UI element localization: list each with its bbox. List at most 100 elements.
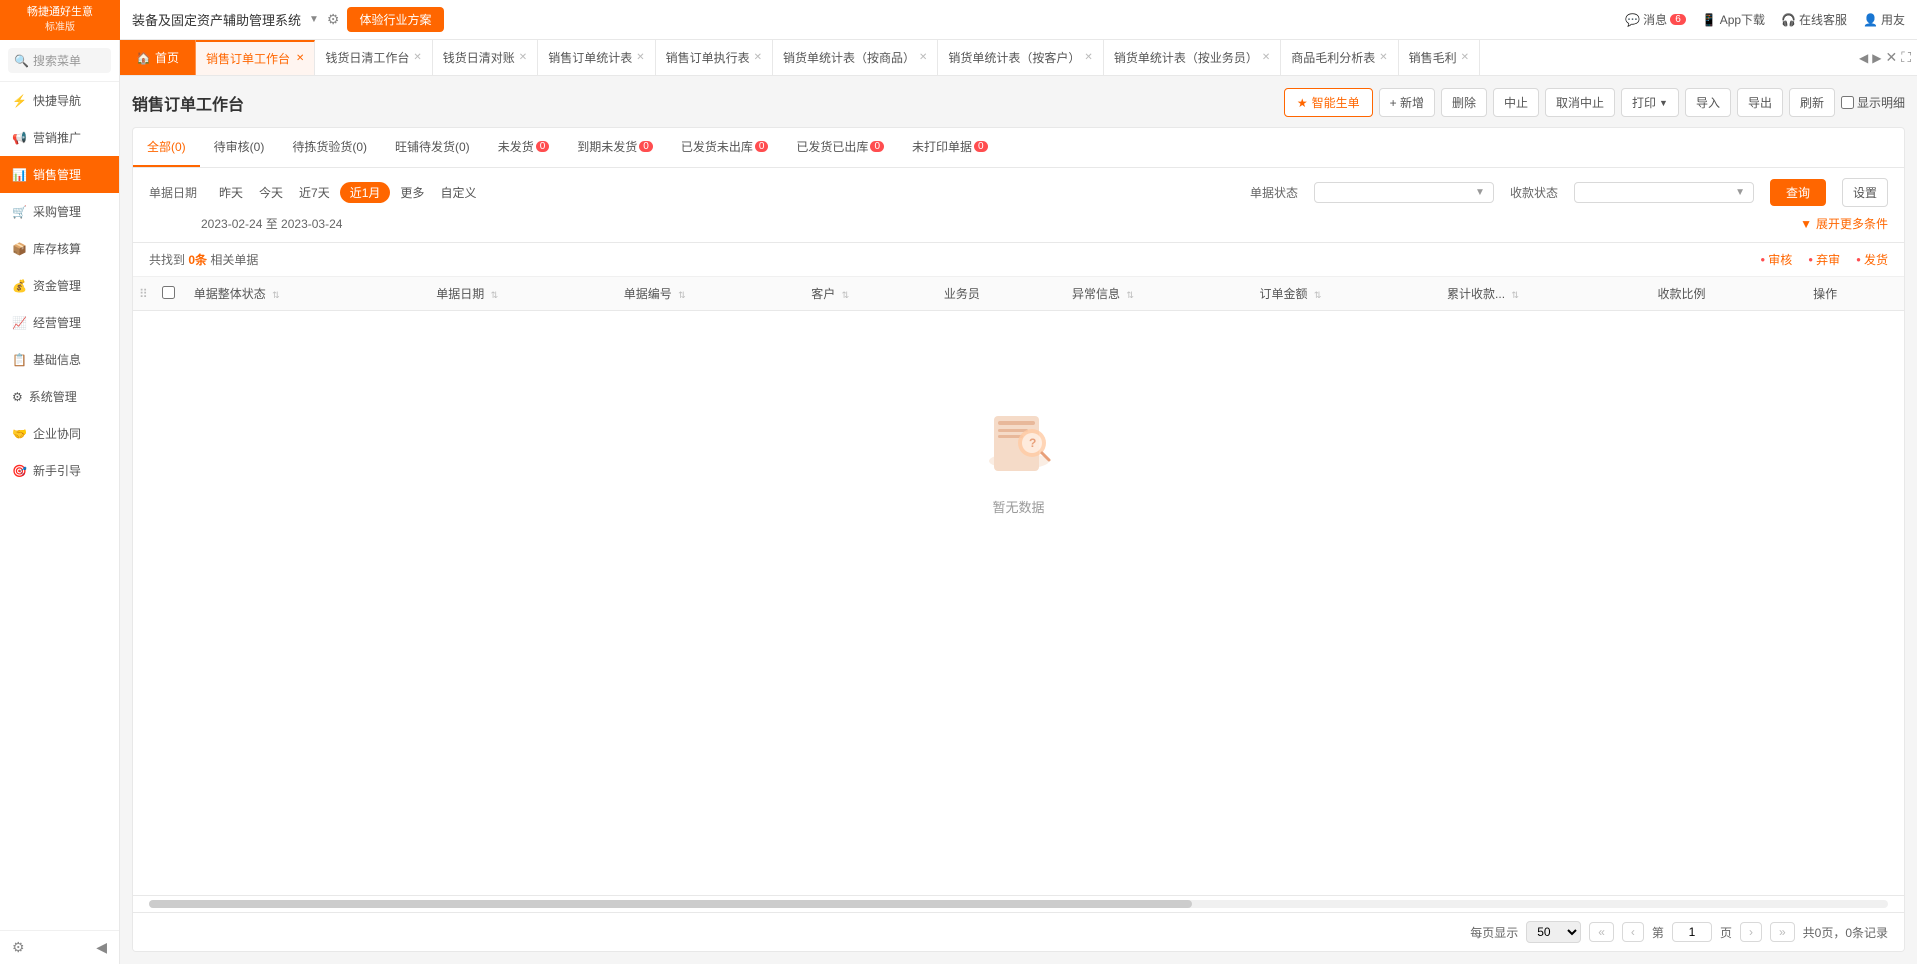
tab-sales-stats[interactable]: 销售订单统计表 ✕ bbox=[538, 40, 655, 76]
col-checkbox[interactable] bbox=[154, 277, 184, 311]
sidebar-item-guide[interactable]: 🎯 新手引导 bbox=[0, 452, 119, 489]
query-btn[interactable]: 查询 bbox=[1770, 179, 1826, 206]
cancel-suspend-btn[interactable]: 取消中止 bbox=[1545, 88, 1615, 117]
sales-icon: 📊 bbox=[12, 168, 27, 182]
tab-sales-exec-close[interactable]: ✕ bbox=[754, 52, 762, 63]
message-btn[interactable]: 💬 消息 6 bbox=[1625, 11, 1686, 28]
user-btn[interactable]: 👤 用友 bbox=[1863, 11, 1905, 28]
anti-review-action[interactable]: ● 弃审 bbox=[1808, 251, 1840, 268]
page-input[interactable] bbox=[1672, 922, 1712, 942]
col-collected[interactable]: 累计收款... ⇅ bbox=[1437, 277, 1647, 311]
sidebar-item-finance[interactable]: 💰 资金管理 bbox=[0, 267, 119, 304]
tab-product-profit[interactable]: 商品毛利分析表 ✕ bbox=[1281, 40, 1398, 76]
per-page-select[interactable]: 10 20 50 100 bbox=[1526, 921, 1581, 943]
settings-footer-icon[interactable]: ⚙ bbox=[12, 939, 25, 956]
sidebar-item-quick-nav[interactable]: ⚡ 快捷导航 bbox=[0, 82, 119, 119]
filter-tab-shipped-out[interactable]: 已发货已出库 0 bbox=[782, 128, 898, 167]
online-service-btn[interactable]: 🎧 在线客服 bbox=[1781, 11, 1847, 28]
col-amount[interactable]: 订单金额 ⇅ bbox=[1250, 277, 1438, 311]
sidebar-item-basic-info[interactable]: 📋 基础信息 bbox=[0, 341, 119, 378]
app-download-btn[interactable]: 📱 App下载 bbox=[1702, 11, 1765, 28]
tab-sales-workbench[interactable]: 销售订单工作台 ✕ bbox=[196, 40, 315, 76]
col-date[interactable]: 单据日期 ⇅ bbox=[426, 277, 614, 311]
tab-prev-icon[interactable]: ◀ bbox=[1859, 51, 1868, 65]
date-opt-today[interactable]: 今天 bbox=[253, 182, 289, 203]
filter-tab-overdue-not-shipped[interactable]: 到期未发货 0 bbox=[563, 128, 667, 167]
tab-sales-stats-close[interactable]: ✕ bbox=[636, 52, 644, 63]
filter-tab-pending-review[interactable]: 待审核(0) bbox=[200, 128, 279, 167]
show-detail-checkbox-label[interactable]: 显示明细 bbox=[1841, 94, 1905, 111]
export-btn[interactable]: 导出 bbox=[1737, 88, 1783, 117]
tab-cash-reconcile[interactable]: 钱货日清对账 ✕ bbox=[433, 40, 538, 76]
tab-sales-exec[interactable]: 销售订单执行表 ✕ bbox=[656, 40, 773, 76]
review-action[interactable]: ● 审核 bbox=[1760, 251, 1792, 268]
gear-settings-icon[interactable]: ⚙ bbox=[327, 11, 340, 28]
date-opt-more[interactable]: 更多 bbox=[394, 182, 430, 203]
tab-cash-daily-close[interactable]: ✕ bbox=[413, 52, 421, 63]
import-btn[interactable]: 导入 bbox=[1685, 88, 1731, 117]
status-filter-select[interactable]: ▼ bbox=[1314, 182, 1494, 203]
tab-close-all-icon[interactable]: ✕ bbox=[1885, 49, 1897, 66]
expand-more-btn[interactable]: ▼ 展开更多条件 bbox=[1800, 215, 1888, 232]
filter-tab-not-shipped[interactable]: 未发货 0 bbox=[484, 128, 564, 167]
delete-btn[interactable]: 删除 bbox=[1441, 88, 1487, 117]
show-detail-checkbox[interactable] bbox=[1841, 96, 1854, 109]
tab-cash-daily[interactable]: 钱货日清工作台 ✕ bbox=[315, 40, 432, 76]
payment-status-select[interactable]: ▼ bbox=[1574, 182, 1754, 203]
tab-next-icon[interactable]: ▶ bbox=[1872, 51, 1881, 65]
system-title: 装备及固定资产辅助管理系统 bbox=[132, 10, 301, 29]
sidebar-item-marketing[interactable]: 📢 营销推广 bbox=[0, 119, 119, 156]
tab-sales-by-staff-close[interactable]: ✕ bbox=[1262, 52, 1270, 63]
filter-tab-wangpu-pending[interactable]: 旺铺待发货(0) bbox=[381, 128, 484, 167]
tab-home[interactable]: 🏠 首页 bbox=[120, 40, 196, 76]
col-status[interactable]: 单据整体状态 ⇅ bbox=[184, 277, 426, 311]
tab-sales-by-customer-close[interactable]: ✕ bbox=[1084, 52, 1092, 63]
refresh-btn[interactable]: 刷新 bbox=[1789, 88, 1835, 117]
filter-tab-all[interactable]: 全部(0) bbox=[133, 128, 200, 167]
tab-sales-by-product[interactable]: 销货单统计表（按商品） ✕ bbox=[773, 40, 938, 76]
smart-create-btn[interactable]: ★ 智能生单 bbox=[1284, 88, 1373, 117]
col-customer[interactable]: 客户 ⇅ bbox=[801, 277, 934, 311]
tab-sales-by-customer[interactable]: 销货单统计表（按客户） ✕ bbox=[938, 40, 1103, 76]
sidebar-item-operations[interactable]: 📈 经营管理 bbox=[0, 304, 119, 341]
filter-tab-not-printed[interactable]: 未打印单据 0 bbox=[898, 128, 1002, 167]
tab-sales-profit-close[interactable]: ✕ bbox=[1461, 52, 1469, 63]
date-opt-recent1month[interactable]: 近1月 bbox=[340, 182, 391, 203]
experience-btn[interactable]: 体验行业方案 bbox=[347, 7, 443, 32]
filter-tab-pending-verify[interactable]: 待拣货验货(0) bbox=[278, 128, 381, 167]
collapse-sidebar-icon[interactable]: ◀ bbox=[96, 939, 107, 956]
last-page-btn[interactable]: » bbox=[1770, 922, 1795, 942]
next-page-btn[interactable]: › bbox=[1740, 922, 1762, 942]
sidebar-item-sales[interactable]: 📊 销售管理 bbox=[0, 156, 119, 193]
sidebar-item-inventory[interactable]: 📦 库存核算 bbox=[0, 230, 119, 267]
col-abnormal: 异常信息 ⇅ bbox=[1062, 277, 1250, 311]
sidebar-item-cooperation[interactable]: 🤝 企业协同 bbox=[0, 415, 119, 452]
tab-product-profit-close[interactable]: ✕ bbox=[1379, 52, 1387, 63]
scroll-bar-area[interactable] bbox=[133, 895, 1904, 912]
date-opt-custom[interactable]: 自定义 bbox=[434, 182, 482, 203]
settings-filter-btn[interactable]: 设置 bbox=[1842, 178, 1888, 207]
filter-tab-shipped-not-out[interactable]: 已发货未出库 0 bbox=[667, 128, 783, 167]
col-number[interactable]: 单据编号 ⇅ bbox=[614, 277, 802, 311]
print-dropdown-icon: ▼ bbox=[1659, 98, 1668, 108]
sidebar-item-system[interactable]: ⚙ 系统管理 bbox=[0, 378, 119, 415]
prev-page-btn[interactable]: ‹ bbox=[1622, 922, 1644, 942]
ship-action[interactable]: ● 发货 bbox=[1856, 251, 1888, 268]
tab-sales-profit[interactable]: 销售毛利 ✕ bbox=[1399, 40, 1480, 76]
select-all-checkbox[interactable] bbox=[162, 286, 175, 299]
tab-sales-by-product-close[interactable]: ✕ bbox=[919, 52, 927, 63]
tab-maximize-icon[interactable]: ⛶ bbox=[1901, 49, 1911, 66]
print-btn[interactable]: 打印 ▼ bbox=[1621, 88, 1679, 117]
tab-cash-reconcile-close[interactable]: ✕ bbox=[519, 52, 527, 63]
first-page-btn[interactable]: « bbox=[1589, 922, 1614, 942]
system-title-dropdown-icon[interactable]: ▼ bbox=[309, 14, 319, 25]
suspend-btn[interactable]: 中止 bbox=[1493, 88, 1539, 117]
tab-sales-workbench-close[interactable]: ✕ bbox=[296, 53, 304, 64]
tab-sales-by-staff[interactable]: 销货单统计表（按业务员） ✕ bbox=[1104, 40, 1281, 76]
sidebar-search[interactable]: 🔍 搜索菜单 bbox=[0, 40, 119, 82]
add-btn[interactable]: + 新增 bbox=[1379, 88, 1435, 117]
sidebar-item-purchase[interactable]: 🛒 采购管理 bbox=[0, 193, 119, 230]
date-opt-yesterday[interactable]: 昨天 bbox=[213, 182, 249, 203]
empty-text: 暂无数据 bbox=[992, 497, 1044, 516]
date-opt-recent7[interactable]: 近7天 bbox=[293, 182, 336, 203]
